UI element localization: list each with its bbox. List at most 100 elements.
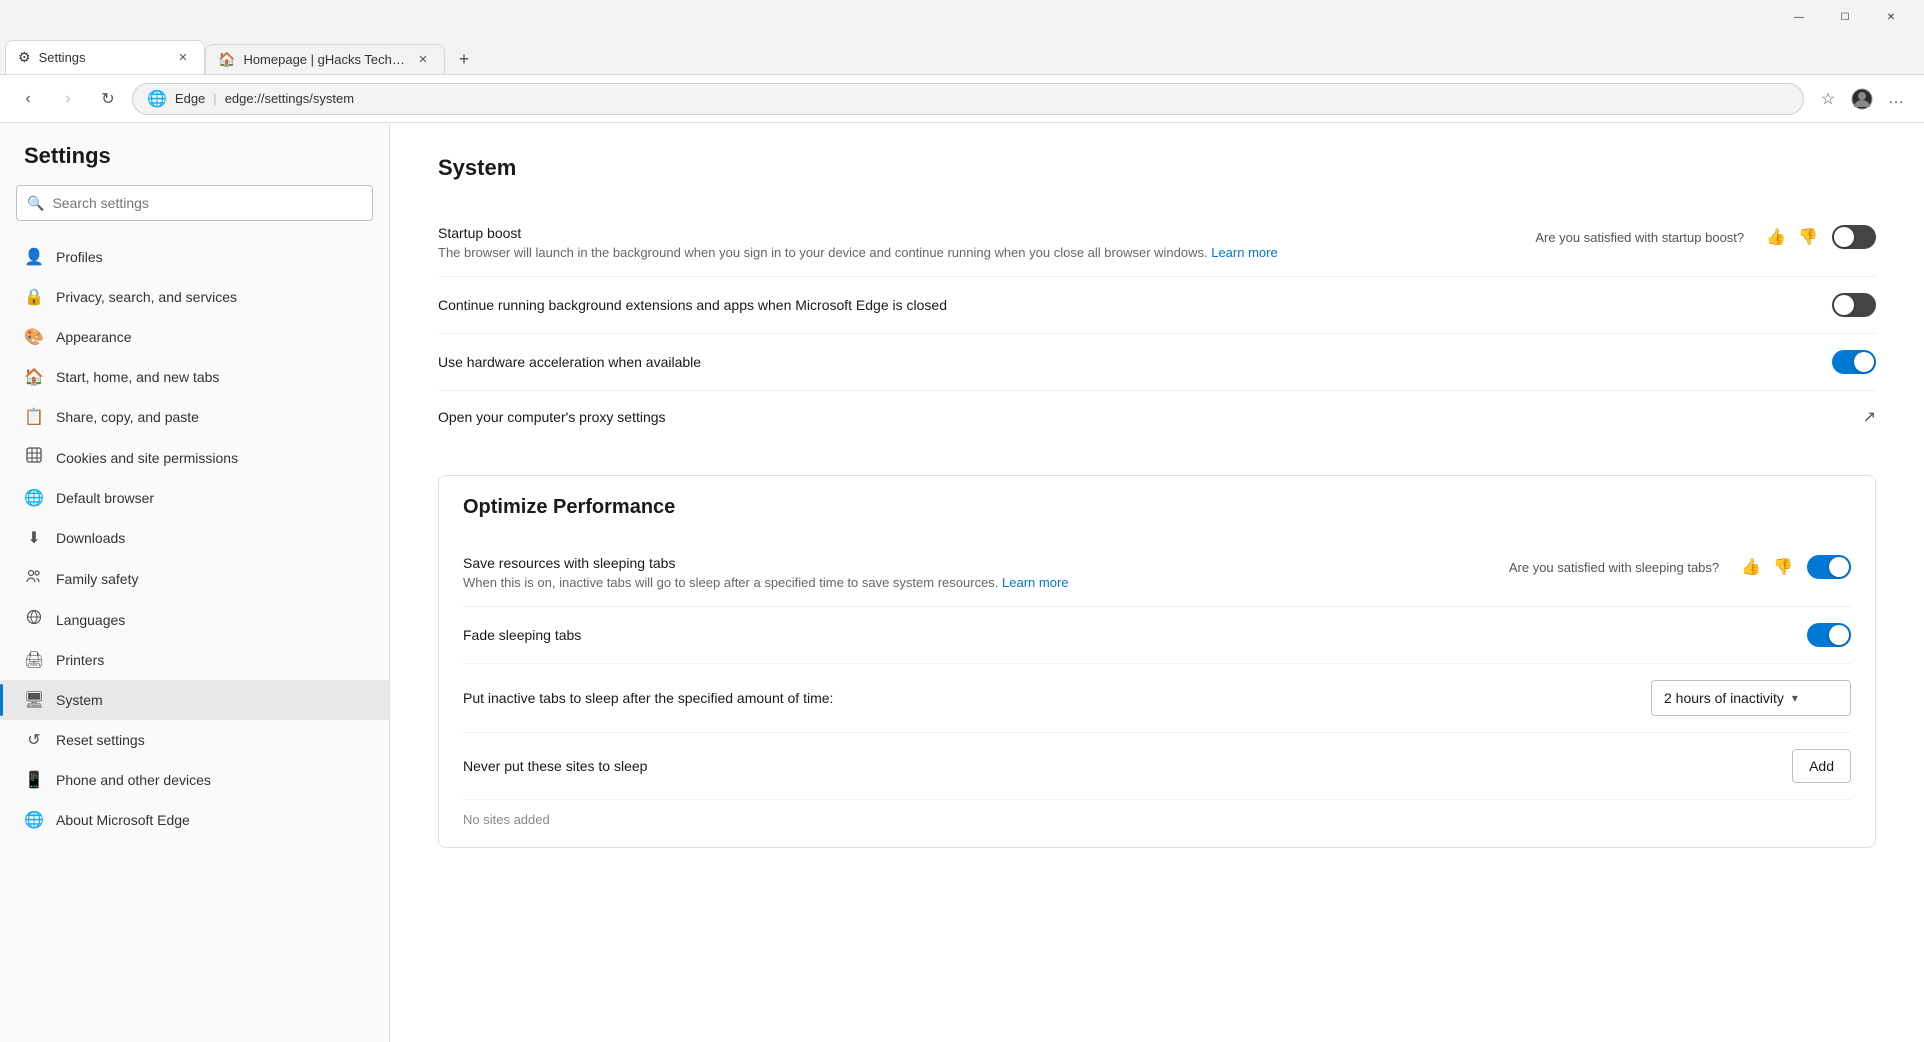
sidebar-item-label: About Microsoft Edge — [56, 812, 190, 828]
sleeping-tabs-thumbdown[interactable]: 👎 — [1771, 555, 1795, 579]
sleeping-tabs-feedback-text: Are you satisfied with sleeping tabs? — [1509, 560, 1719, 575]
startup-boost-row: Startup boost The browser will launch in… — [438, 209, 1876, 277]
startup-boost-thumbup[interactable]: 👍 — [1764, 225, 1788, 249]
forward-button[interactable]: › — [52, 83, 84, 115]
fade-sleeping-tabs-info: Fade sleeping tabs — [463, 627, 1791, 643]
settings-tab-icon: ⚙ — [18, 49, 31, 66]
never-sleep-label: Never put these sites to sleep — [463, 758, 1776, 774]
startup-boost-toggle[interactable] — [1832, 225, 1876, 249]
search-icon: 🔍 — [27, 195, 44, 212]
startup-boost-feedback-btns: 👍 👎 — [1764, 225, 1820, 249]
startup-boost-learn-more[interactable]: Learn more — [1211, 245, 1277, 260]
sidebar-item-profiles[interactable]: 👤 Profiles — [0, 237, 389, 277]
sidebar-item-appearance[interactable]: 🎨 Appearance — [0, 317, 389, 357]
startup-boost-thumbdown[interactable]: 👎 — [1796, 225, 1820, 249]
inactive-sleep-row: Put inactive tabs to sleep after the spe… — [463, 664, 1851, 733]
sleeping-tabs-toggle[interactable] — [1807, 555, 1851, 579]
inactive-sleep-info: Put inactive tabs to sleep after the spe… — [463, 690, 1635, 706]
sidebar-item-phone[interactable]: 📱 Phone and other devices — [0, 760, 389, 800]
hardware-acceleration-info: Use hardware acceleration when available — [438, 354, 1816, 370]
sleeping-tabs-thumbup[interactable]: 👍 — [1739, 555, 1763, 579]
sidebar-item-share-copy[interactable]: 📋 Share, copy, and paste — [0, 397, 389, 437]
startup-boost-desc: The browser will launch in the backgroun… — [438, 245, 1519, 260]
maximize-button[interactable]: ☐ — [1822, 0, 1868, 35]
back-button[interactable]: ‹ — [12, 83, 44, 115]
proxy-settings-label: Open your computer's proxy settings — [438, 409, 1847, 425]
toolbar-right: ☆ … — [1812, 83, 1912, 115]
ghacks-tab-title: Homepage | gHacks Technology — [243, 52, 406, 67]
tab-ghacks[interactable]: 🏠 Homepage | gHacks Technology ✕ — [205, 44, 445, 74]
sidebar-item-about[interactable]: 🌐 About Microsoft Edge — [0, 800, 389, 840]
fade-sleeping-tabs-controls — [1807, 623, 1851, 647]
optimize-performance-title: Optimize Performance — [463, 496, 1851, 519]
sidebar-item-downloads[interactable]: ⬇ Downloads — [0, 518, 389, 558]
sidebar-title: Settings — [0, 143, 389, 185]
close-button[interactable]: ✕ — [1868, 0, 1914, 35]
address-field[interactable]: 🌐 Edge | edge://settings/system — [132, 83, 1804, 115]
sidebar-item-printers[interactable]: 🖨 Printers — [0, 640, 389, 680]
fade-sleeping-tabs-label: Fade sleeping tabs — [463, 627, 1791, 643]
browser-name: Edge — [175, 91, 205, 106]
sidebar-item-system[interactable]: 🖥 System — [0, 680, 389, 720]
settings-tab-close[interactable]: ✕ — [174, 49, 192, 67]
address-bar: ‹ › ↻ 🌐 Edge | edge://settings/system ☆ … — [0, 75, 1924, 123]
sleeping-tabs-desc: When this is on, inactive tabs will go t… — [463, 575, 1493, 590]
refresh-button[interactable]: ↻ — [92, 83, 124, 115]
background-extensions-toggle[interactable] — [1832, 293, 1876, 317]
fade-sleeping-tabs-toggle[interactable] — [1807, 623, 1851, 647]
proxy-settings-link-icon[interactable]: ↗ — [1863, 407, 1876, 427]
sleeping-tabs-info: Save resources with sleeping tabs When t… — [463, 555, 1493, 590]
sidebar-item-label: Cookies and site permissions — [56, 450, 238, 466]
family-safety-icon — [24, 568, 44, 589]
downloads-icon: ⬇ — [24, 528, 44, 548]
sidebar-item-default-browser[interactable]: 🌐 Default browser — [0, 478, 389, 518]
default-browser-icon: 🌐 — [24, 488, 44, 508]
hardware-acceleration-toggle[interactable] — [1832, 350, 1876, 374]
menu-button[interactable]: … — [1880, 83, 1912, 115]
minimize-button[interactable]: — — [1776, 0, 1822, 35]
about-icon: 🌐 — [24, 810, 44, 830]
ghacks-tab-icon: 🏠 — [218, 51, 235, 68]
search-box[interactable]: 🔍 — [16, 185, 373, 221]
sidebar-item-label: System — [56, 692, 103, 708]
inactive-sleep-label: Put inactive tabs to sleep after the spe… — [463, 690, 1635, 706]
sidebar-item-label: Appearance — [56, 329, 132, 345]
sidebar-item-label: Privacy, search, and services — [56, 289, 237, 305]
sleeping-tabs-learn-more[interactable]: Learn more — [1002, 575, 1068, 590]
sidebar-item-languages[interactable]: Languages — [0, 599, 389, 640]
tab-settings[interactable]: ⚙ Settings ✕ — [5, 40, 205, 74]
sidebar-item-privacy[interactable]: 🔒 Privacy, search, and services — [0, 277, 389, 317]
sidebar-item-label: Languages — [56, 612, 125, 628]
never-sleep-info: Never put these sites to sleep — [463, 758, 1776, 774]
background-extensions-label: Continue running background extensions a… — [438, 297, 1816, 313]
privacy-icon: 🔒 — [24, 287, 44, 307]
startup-boost-label: Startup boost — [438, 225, 1519, 241]
main-layout: Settings 🔍 👤 Profiles 🔒 Privacy, search,… — [0, 123, 1924, 1042]
sidebar-item-cookies[interactable]: Cookies and site permissions — [0, 437, 389, 478]
titlebar: — ☐ ✕ — [0, 0, 1924, 35]
add-site-button[interactable]: Add — [1792, 749, 1851, 783]
browser-icon: 🌐 — [147, 89, 167, 109]
inactive-sleep-dropdown[interactable]: 2 hours of inactivity ▾ — [1651, 680, 1851, 716]
url-text: edge://settings/system — [225, 91, 1789, 106]
ghacks-tab-close[interactable]: ✕ — [414, 51, 432, 69]
hardware-acceleration-label: Use hardware acceleration when available — [438, 354, 1816, 370]
dropdown-arrow-icon: ▾ — [1792, 691, 1798, 705]
favorites-button[interactable]: ☆ — [1812, 83, 1844, 115]
background-extensions-info: Continue running background extensions a… — [438, 297, 1816, 313]
sidebar: Settings 🔍 👤 Profiles 🔒 Privacy, search,… — [0, 123, 390, 1042]
search-input[interactable] — [52, 195, 362, 211]
never-sleep-controls: Add — [1792, 749, 1851, 783]
sidebar-item-reset[interactable]: ↺ Reset settings — [0, 720, 389, 760]
sleeping-tabs-feedback-btns: 👍 👎 — [1739, 555, 1795, 579]
page-title: System — [438, 155, 1876, 181]
reset-icon: ↺ — [24, 730, 44, 750]
sidebar-item-family-safety[interactable]: Family safety — [0, 558, 389, 599]
profile-icon — [1851, 88, 1873, 110]
profile-button[interactable] — [1846, 83, 1878, 115]
tab-bar: ⚙ Settings ✕ 🏠 Homepage | gHacks Technol… — [0, 35, 1924, 75]
proxy-settings-info: Open your computer's proxy settings — [438, 409, 1847, 425]
add-tab-button[interactable]: + — [449, 44, 479, 74]
sidebar-item-start-home[interactable]: 🏠 Start, home, and new tabs — [0, 357, 389, 397]
share-copy-icon: 📋 — [24, 407, 44, 427]
